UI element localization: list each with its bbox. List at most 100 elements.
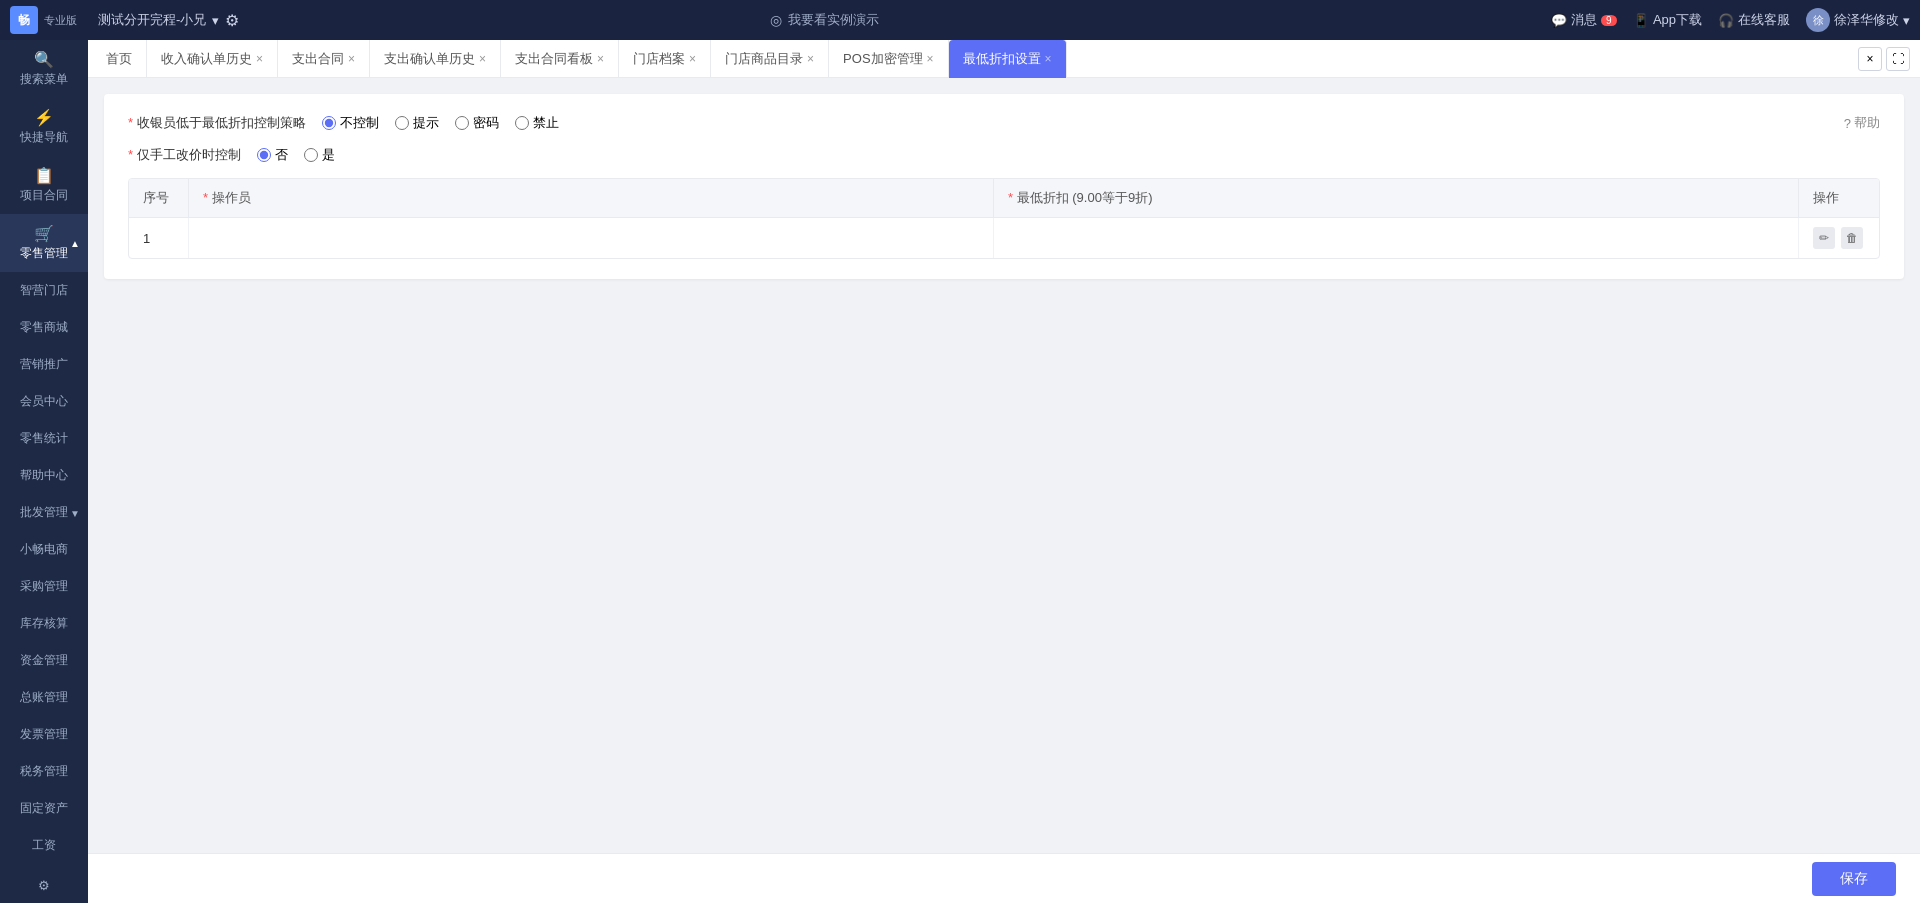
sidebar-item-retail[interactable]: 🛒 零售管理 ▲ [0, 214, 88, 272]
radio-no-input[interactable] [257, 148, 271, 162]
radio-forbidden-input[interactable] [515, 116, 529, 130]
sidebar-item-member[interactable]: 会员中心 [0, 383, 88, 420]
tab-expand-button[interactable]: ⛶ [1886, 47, 1910, 71]
messages-button[interactable]: 💬 消息 9 [1551, 11, 1617, 29]
close-all-icon: × [1866, 52, 1873, 66]
radio-password[interactable]: 密码 [455, 114, 499, 132]
sidebar-item-smart-store[interactable]: 智营门店 [0, 272, 88, 309]
tab-payment-board[interactable]: 支出合同看板 × [501, 40, 619, 78]
expand-icon: ⛶ [1892, 52, 1904, 66]
page-content: 收银员低于最低折扣控制策略 不控制 提示 密码 [88, 78, 1920, 853]
app-download-button[interactable]: 📱 App下载 [1633, 11, 1702, 29]
sidebar-item-project[interactable]: 📋 项目合同 [0, 156, 88, 214]
online-support-button[interactable]: 🎧 在线客服 [1718, 11, 1790, 29]
sidebar-label-retail-stats: 零售统计 [20, 430, 68, 447]
tab-payment-contract[interactable]: 支出合同 × [278, 40, 370, 78]
col-operator: 操作员 [189, 179, 994, 217]
search-icon: 🔍 [34, 50, 54, 69]
radio-no-control[interactable]: 不控制 [322, 114, 379, 132]
sidebar-label-help: 帮助中心 [20, 467, 68, 484]
radio-yes[interactable]: 是 [304, 146, 335, 164]
sidebar-label-retail: 零售管理 [20, 245, 68, 262]
radio-prompt-input[interactable] [395, 116, 409, 130]
sidebar-item-purchase[interactable]: 采购管理 [0, 568, 88, 605]
radio-no[interactable]: 否 [257, 146, 288, 164]
tab-payment-board-close[interactable]: × [597, 52, 604, 66]
sidebar-label-inventory: 库存核算 [20, 615, 68, 632]
help-link[interactable]: ? 帮助 [1844, 114, 1880, 132]
sidebar-item-search[interactable]: 🔍 搜索菜单 [0, 40, 88, 98]
sidebar-label-retail-mall: 零售商城 [20, 319, 68, 336]
demo-link[interactable]: ◎ 我要看实例演示 [770, 11, 879, 29]
sidebar-item-tax[interactable]: 税务管理 [0, 753, 88, 790]
sidebar-item-finance[interactable]: 资金管理 [0, 642, 88, 679]
tab-min-discount-close[interactable]: × [1045, 52, 1052, 66]
cell-min-discount [994, 218, 1799, 258]
manual-control-row: 仅手工改价时控制 否 是 [128, 146, 1880, 164]
manual-control-label: 仅手工改价时控制 [128, 146, 241, 164]
tab-payment-contract-close[interactable]: × [348, 52, 355, 66]
sidebar-item-shortcut[interactable]: ⚡ 快捷导航 [0, 98, 88, 156]
radio-prompt[interactable]: 提示 [395, 114, 439, 132]
project-name: 测试分开完程-小兄 [98, 11, 206, 29]
sidebar-settings-button[interactable]: ⚙ [0, 868, 88, 903]
radio-forbidden[interactable]: 禁止 [515, 114, 559, 132]
radio-yes-input[interactable] [304, 148, 318, 162]
edit-row-button[interactable]: ✏ [1813, 227, 1835, 249]
tab-close-all-button[interactable]: × [1858, 47, 1882, 71]
help-label: 帮助 [1854, 114, 1880, 132]
radio-no-control-input[interactable] [322, 116, 336, 130]
tab-home[interactable]: 首页 [92, 40, 147, 78]
sidebar-item-inventory[interactable]: 库存核算 [0, 605, 88, 642]
messages-icon: 💬 [1551, 13, 1567, 28]
tab-min-discount[interactable]: 最低折扣设置 × [949, 40, 1067, 78]
tab-pos-management-close[interactable]: × [927, 52, 934, 66]
sidebar-label-search: 搜索菜单 [20, 71, 68, 88]
sidebar-item-salary[interactable]: 工资 [0, 827, 88, 864]
sidebar-item-ledger[interactable]: 总账管理 [0, 679, 88, 716]
tab-store-profile-label: 门店档案 [633, 50, 685, 68]
discount-policy-options: 不控制 提示 密码 禁止 [322, 114, 559, 132]
messages-badge: 9 [1601, 15, 1617, 26]
sidebar-item-retail-mall[interactable]: 零售商城 [0, 309, 88, 346]
tab-income-history-close[interactable]: × [256, 52, 263, 66]
tab-store-catalog-close[interactable]: × [807, 52, 814, 66]
demo-label: 我要看实例演示 [788, 11, 879, 29]
col-actions: 操作 [1799, 179, 1879, 217]
radio-prompt-label: 提示 [413, 114, 439, 132]
project-chevron: ▾ [212, 13, 219, 28]
sidebar-item-retail-stats[interactable]: 零售统计 [0, 420, 88, 457]
col-seq: 序号 [129, 179, 189, 217]
topbar-settings-icon[interactable]: ⚙ [225, 11, 239, 30]
user-menu[interactable]: 徐 徐泽华修改 ▾ [1806, 8, 1910, 32]
sidebar-item-invoice[interactable]: 发票管理 [0, 716, 88, 753]
tab-store-profile-close[interactable]: × [689, 52, 696, 66]
project-selector[interactable]: 测试分开完程-小兄 ▾ ⚙ [98, 11, 770, 30]
tab-payment-history-close[interactable]: × [479, 52, 486, 66]
tab-pos-management-label: POS加密管理 [843, 50, 922, 68]
bottom-bar: 保存 [88, 853, 1920, 903]
support-icon: 🎧 [1718, 13, 1734, 28]
sidebar-item-ecommerce[interactable]: 小畅电商 [0, 531, 88, 568]
radio-password-input[interactable] [455, 116, 469, 130]
demo-icon: ◎ [770, 12, 782, 28]
tab-store-profile[interactable]: 门店档案 × [619, 40, 711, 78]
tabbar-actions: × ⛶ [1858, 47, 1916, 71]
discount-table: 序号 操作员 最低折扣 (9.00等于9折) 操作 1 ✏ 🗑 [128, 178, 1880, 259]
sidebar-item-fixed-assets[interactable]: 固定资产 [0, 790, 88, 827]
tab-payment-history-label: 支出确认单历史 [384, 50, 475, 68]
tab-pos-management[interactable]: POS加密管理 × [829, 40, 948, 78]
user-chevron: ▾ [1903, 13, 1910, 28]
tab-store-catalog[interactable]: 门店商品目录 × [711, 40, 829, 78]
sidebar-item-help[interactable]: 帮助中心 [0, 457, 88, 494]
sidebar-label-tax: 税务管理 [20, 763, 68, 780]
save-button[interactable]: 保存 [1812, 862, 1896, 896]
main-card: 收银员低于最低折扣控制策略 不控制 提示 密码 [104, 94, 1904, 279]
delete-row-button[interactable]: 🗑 [1841, 227, 1863, 249]
tab-income-history[interactable]: 收入确认单历史 × [147, 40, 278, 78]
sidebar-item-marketing[interactable]: 营销推广 [0, 346, 88, 383]
col-min-discount: 最低折扣 (9.00等于9折) [994, 179, 1799, 217]
tab-home-label: 首页 [106, 50, 132, 68]
tab-payment-history[interactable]: 支出确认单历史 × [370, 40, 501, 78]
sidebar-item-batch[interactable]: 批发管理 ▼ [0, 494, 88, 531]
